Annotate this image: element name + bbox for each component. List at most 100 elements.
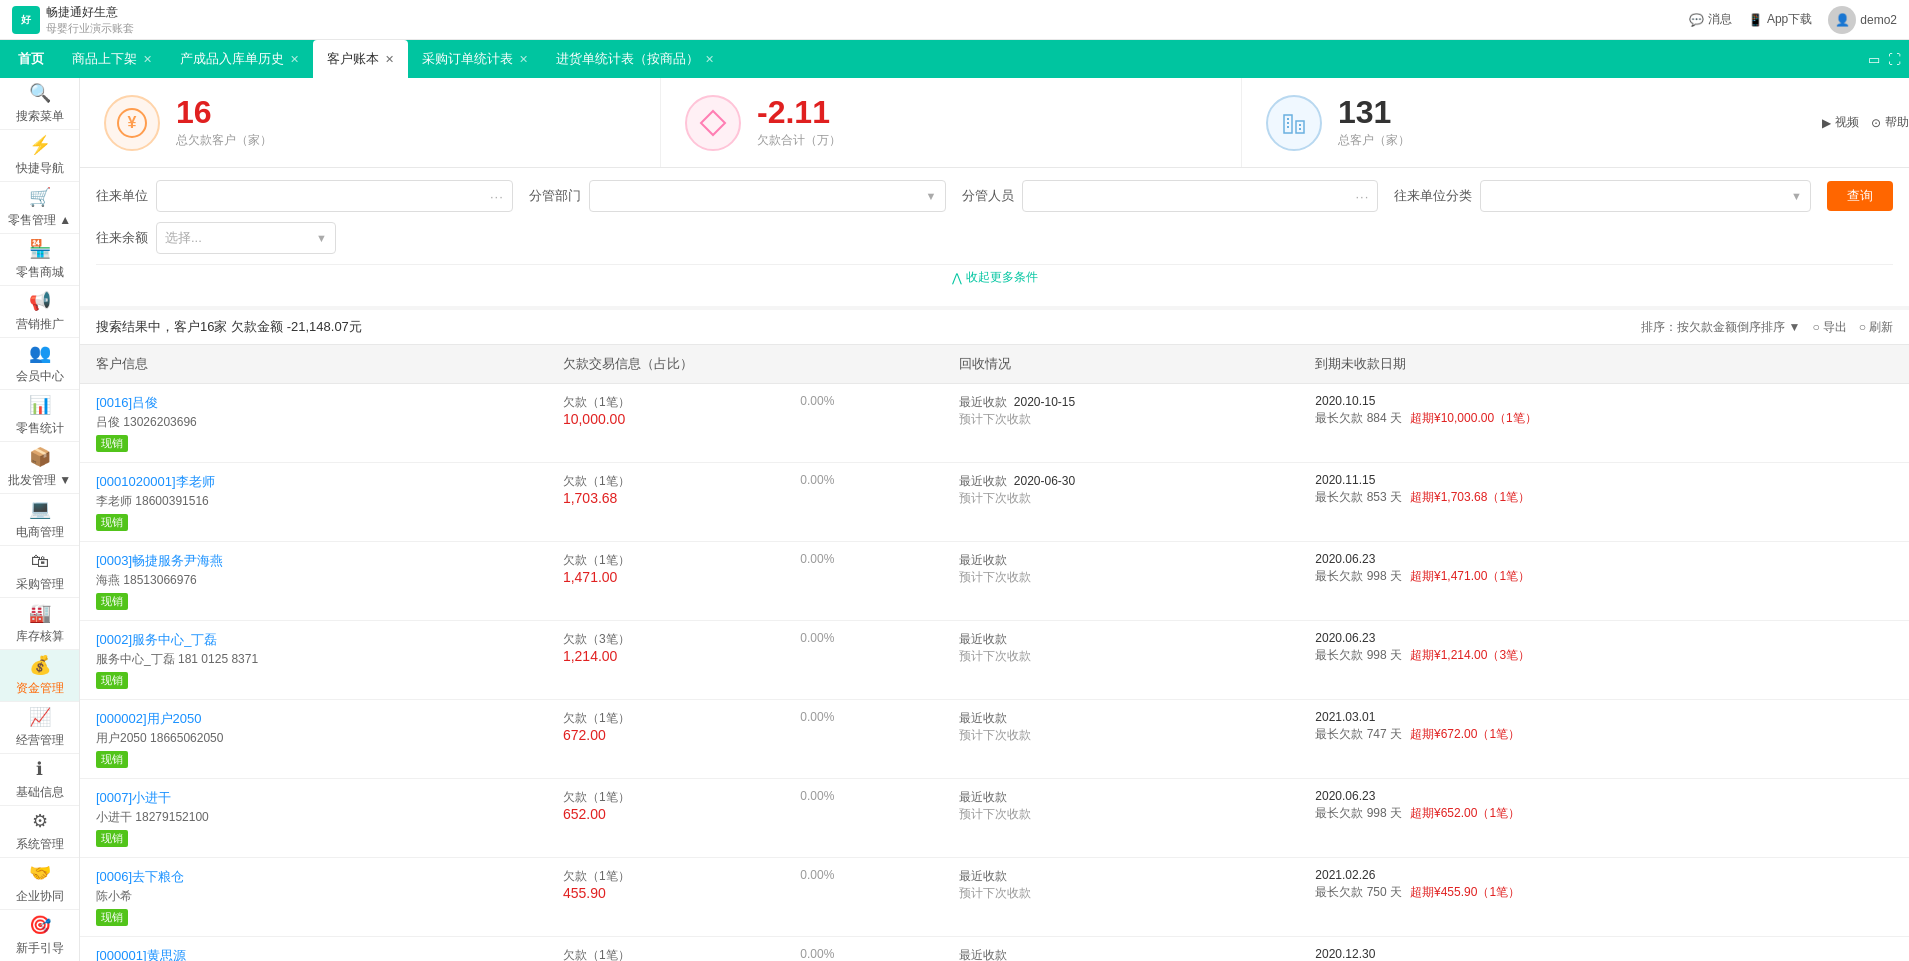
tab-home[interactable]: 首页 <box>4 40 58 78</box>
sidebar-item-ecommerce[interactable]: 💻 电商管理 <box>0 494 79 546</box>
refresh-icon: ○ <box>1859 320 1866 334</box>
app-download-btn[interactable]: 📱 App下载 <box>1748 11 1812 28</box>
overdue-label-4[interactable]: 超期¥672.00（1笔） <box>1410 726 1520 743</box>
unit-class-input[interactable]: ▼ <box>1480 180 1811 212</box>
user-menu[interactable]: 👤 demo2 <box>1828 6 1897 34</box>
chevron-up-icon: ⋀ <box>952 271 962 285</box>
sidebar-item-retail-stats-label: 零售统计 <box>16 420 64 437</box>
stat-owed-customers-icon: ¥ <box>104 95 160 151</box>
dept-input[interactable]: ▼ <box>589 180 946 212</box>
sidebar-item-retail-mall-label: 零售商城 <box>16 264 64 281</box>
customer-contact-4: 用户2050 18665062050 <box>96 730 531 747</box>
customer-name-link-6[interactable]: [0006]去下粮仓 <box>96 869 184 884</box>
sidebar-item-finance[interactable]: 💰 资金管理 <box>0 650 79 702</box>
cell-debt-pct-5: 0.00% <box>784 779 943 858</box>
table-row: [0003]畅捷服务尹海燕 海燕 18513066976 现销 欠款（1笔） 1… <box>80 542 1909 621</box>
overdue-label-5[interactable]: 超期¥652.00（1笔） <box>1410 805 1520 822</box>
stats-bar: ¥ 16 总欠款客户（家） -2.11 欠款合计（万） <box>80 78 1909 168</box>
video-action[interactable]: ▶ 视频 <box>1822 114 1859 131</box>
customer-name-link-7[interactable]: [000001]黄思源 <box>96 948 186 961</box>
message-btn[interactable]: 💬 消息 <box>1689 11 1732 28</box>
next-collect-2: 预计下次收款 <box>959 569 1283 586</box>
cell-debt-info-4: 欠款（1笔） 672.00 <box>547 700 784 779</box>
latest-collect-label-1: 最近收款 2020-06-30 <box>959 473 1283 490</box>
source-unit-input[interactable]: ··· <box>156 180 513 212</box>
export-label: 导出 <box>1823 319 1847 336</box>
sidebar-item-new-guide[interactable]: 🎯 新手引导 <box>0 910 79 961</box>
tab-purchase-order[interactable]: 采购订单统计表 ✕ <box>408 40 542 78</box>
sidebar-item-basic-info[interactable]: ℹ 基础信息 <box>0 754 79 806</box>
tab-purchase-order-close[interactable]: ✕ <box>519 53 528 66</box>
customer-name-link-4[interactable]: [000002]用户2050 <box>96 711 202 726</box>
overdue-label-1[interactable]: 超期¥1,703.68（1笔） <box>1410 489 1530 506</box>
sidebar-item-batch-mgmt[interactable]: 📦 批发管理 ▼ <box>0 442 79 494</box>
sidebar-item-enterprise[interactable]: 🤝 企业协同 <box>0 858 79 910</box>
sidebar-item-sys-mgmt[interactable]: ⚙ 系统管理 <box>0 806 79 858</box>
help-action[interactable]: ⊙ 帮助 <box>1871 114 1909 131</box>
tab-products-history[interactable]: 产成品入库单历史 ✕ <box>166 40 313 78</box>
tab-maximize-icon[interactable]: ⛶ <box>1888 52 1901 67</box>
sidebar-item-warehouse[interactable]: 🏭 库存核算 <box>0 598 79 650</box>
sidebar-item-retail-mgmt[interactable]: 🛒 零售管理 ▲ <box>0 182 79 234</box>
tab-customer-account-close[interactable]: ✕ <box>385 53 394 66</box>
manager-input[interactable]: ··· <box>1022 180 1379 212</box>
overdue-label-6[interactable]: 超期¥455.90（1笔） <box>1410 884 1520 901</box>
video-icon: ▶ <box>1822 116 1831 130</box>
customer-name-link-3[interactable]: [0002]服务中心_丁磊 <box>96 632 217 647</box>
col-debt-info: 欠款交易信息（占比） <box>547 345 943 384</box>
brand-sub: 母婴行业演示账套 <box>46 21 134 36</box>
svg-rect-4 <box>1296 121 1304 133</box>
balance-input[interactable]: 选择... ▼ <box>156 222 336 254</box>
tab-customer-account[interactable]: 客户账本 ✕ <box>313 40 408 78</box>
sidebar-item-search-menu[interactable]: 🔍 搜索菜单 <box>0 78 79 130</box>
cell-recovery-3: 最近收款 预计下次收款 <box>943 621 1299 700</box>
manager-more-icon: ··· <box>1355 189 1369 204</box>
search-button[interactable]: 查询 <box>1827 181 1893 211</box>
customer-name-link-2[interactable]: [0003]畅捷服务尹海燕 <box>96 553 223 568</box>
debt-pct-5: 0.00% <box>800 789 927 803</box>
tab-purchase-stats-close[interactable]: ✕ <box>705 53 714 66</box>
customer-tag-4: 现销 <box>96 751 128 768</box>
export-icon: ○ <box>1813 320 1820 334</box>
overdue-label-2[interactable]: 超期¥1,471.00（1笔） <box>1410 568 1530 585</box>
batch-mgmt-icon: 📦 <box>29 446 51 468</box>
tab-products-online[interactable]: 商品上下架 ✕ <box>58 40 166 78</box>
sidebar-item-quick-nav[interactable]: ⚡ 快捷导航 <box>0 130 79 182</box>
sidebar-item-retail-stats[interactable]: 📊 零售统计 <box>0 390 79 442</box>
max-days-4: 最长欠款 747 天 <box>1315 726 1402 743</box>
refresh-btn[interactable]: ○ 刷新 <box>1859 319 1893 336</box>
sidebar-item-retail-mall[interactable]: 🏪 零售商城 <box>0 234 79 286</box>
source-unit-more-icon: ··· <box>490 189 504 204</box>
customer-name-link-1[interactable]: [0001020001]李老师 <box>96 474 215 489</box>
collapse-btn[interactable]: ⋀ 收起更多条件 <box>96 264 1893 290</box>
sidebar-item-purchase[interactable]: 🛍 采购管理 <box>0 546 79 598</box>
export-btn[interactable]: ○ 导出 <box>1813 319 1847 336</box>
cell-customer-info-1: [0001020001]李老师 李老师 18600391516 现销 <box>80 463 547 542</box>
customer-tag-6: 现销 <box>96 909 128 926</box>
filter-balance-label: 往来余额 <box>96 229 148 247</box>
debt-amount-4: 672.00 <box>563 727 768 743</box>
sidebar-item-member[interactable]: 👥 会员中心 <box>0 338 79 390</box>
tab-products-online-close[interactable]: ✕ <box>143 53 152 66</box>
sidebar-item-mkt-promo[interactable]: 📢 营销推广 <box>0 286 79 338</box>
tab-products-online-label: 商品上下架 <box>72 50 137 68</box>
sort-control[interactable]: 排序：按欠款金额倒序排序 ▼ <box>1641 319 1801 336</box>
finance-icon: 💰 <box>29 654 51 676</box>
customer-name-link-0[interactable]: [0016]吕俊 <box>96 395 158 410</box>
customer-name-link-5[interactable]: [0007]小进干 <box>96 790 171 805</box>
tab-minimize-icon[interactable]: ▭ <box>1868 52 1880 67</box>
sort-label: 排序：按欠款金额倒序排序 <box>1641 319 1785 336</box>
cell-debt-info-7: 欠款（1笔） 429.00 <box>547 937 784 962</box>
overdue-label-0[interactable]: 超期¥10,000.00（1笔） <box>1410 410 1537 427</box>
tab-products-history-close[interactable]: ✕ <box>290 53 299 66</box>
overdue-label-3[interactable]: 超期¥1,214.00（3笔） <box>1410 647 1530 664</box>
unit-class-chevron-icon: ▼ <box>1791 190 1802 202</box>
tab-purchase-stats[interactable]: 进货单统计表（按商品） ✕ <box>542 40 728 78</box>
cell-customer-info-0: [0016]吕俊 吕俊 13026203696 现销 <box>80 384 547 463</box>
sidebar-item-biz-mgmt[interactable]: 📈 经营管理 <box>0 702 79 754</box>
filter-row-2: 往来余额 选择... ▼ <box>96 222 1893 254</box>
tab-nav: 首页 商品上下架 ✕ 产成品入库单历史 ✕ 客户账本 ✕ 采购订单统计表 ✕ 进… <box>0 40 1909 78</box>
cell-due-date-1: 2020.11.15 最长欠款 853 天 超期¥1,703.68（1笔） <box>1299 463 1909 542</box>
cell-recovery-7: 最近收款 预计下次收款 <box>943 937 1299 962</box>
logo-icon: 好 <box>12 6 40 34</box>
